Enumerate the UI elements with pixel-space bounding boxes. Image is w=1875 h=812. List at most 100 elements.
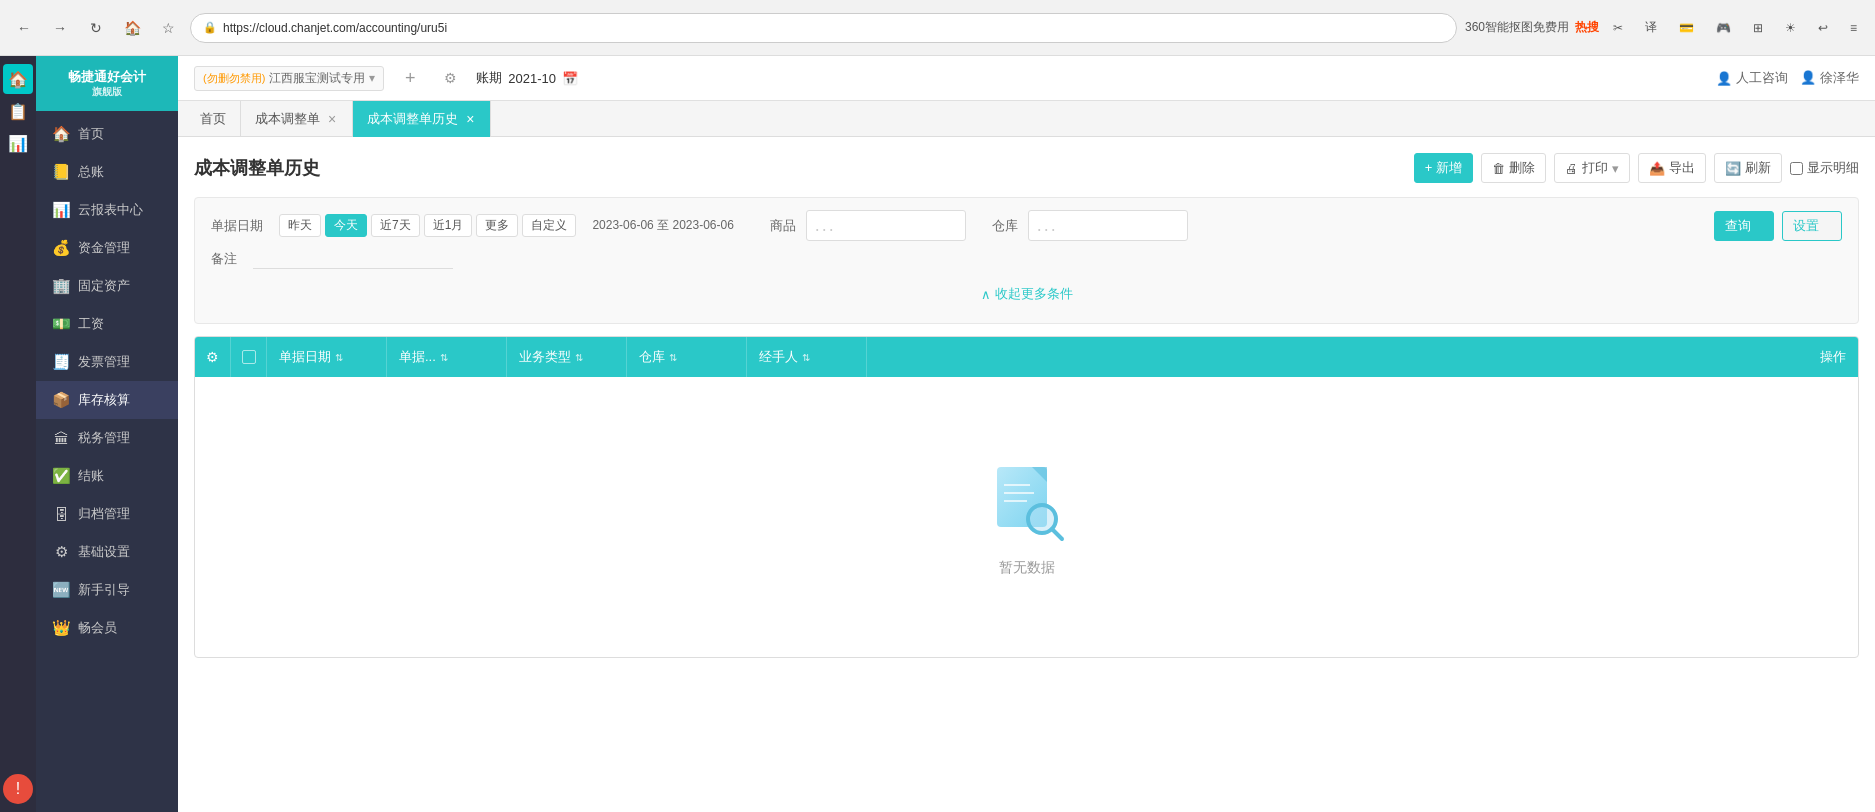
th-warehouse[interactable]: 仓库 ⇅ — [627, 337, 747, 377]
collapse-button[interactable]: ∧ 收起更多条件 — [981, 285, 1073, 303]
show-cols-toggle[interactable]: 显示明细 — [1790, 159, 1859, 177]
tab-cost-adjust[interactable]: 成本调整单 × — [241, 101, 353, 137]
new-button[interactable]: + 新增 — [1414, 153, 1473, 183]
archive-icon: 🗄 — [52, 506, 70, 523]
table-header: ⚙ 单据日期 ⇅ 单据... ⇅ 业务类型 ⇅ — [195, 337, 1858, 377]
th-num[interactable]: 单据... ⇅ — [387, 337, 507, 377]
checkbox-icon — [242, 350, 256, 364]
warehouse-filter[interactable]: 仓库 ... — [992, 210, 1188, 241]
sidebar-item-fixed-assets[interactable]: 🏢 固定资产 — [36, 267, 178, 305]
service-label: 人工咨询 — [1736, 69, 1788, 87]
tab-home[interactable]: 首页 — [186, 101, 241, 137]
rail-ledger[interactable]: 📋 — [3, 96, 33, 126]
user-name-label: 徐泽华 — [1820, 70, 1859, 85]
sidebar-item-tax[interactable]: 🏛 税务管理 — [36, 419, 178, 457]
sidebar-item-archive[interactable]: 🗄 归档管理 — [36, 495, 178, 533]
sidebar-item-invoices[interactable]: 🧾 发票管理 — [36, 343, 178, 381]
bookmark-button[interactable]: ☆ — [154, 14, 182, 42]
more-btn[interactable]: 更多 — [476, 214, 518, 237]
sidebar-item-reports[interactable]: 📊 云报表中心 — [36, 191, 178, 229]
settings-btn[interactable]: 设置 — [1782, 211, 1842, 241]
sidebar-item-settings[interactable]: ⚙ 基础设置 — [36, 533, 178, 571]
tab-bar: 首页 成本调整单 × 成本调整单历史 × — [178, 101, 1875, 137]
gear-icon: ⚙ — [206, 349, 219, 365]
top-bar-right: 👤 人工咨询 👤 徐泽华 — [1716, 69, 1859, 87]
th-date[interactable]: 单据日期 ⇅ — [267, 337, 387, 377]
column-settings-button[interactable]: ⚙ — [195, 337, 231, 377]
app-wrapper: 🏠 📋 📊 ! 畅捷通好会计 旗舰版 🏠 首页 📒 总账 📊 云报表中心 — [0, 56, 1875, 812]
product-filter[interactable]: 商品 ... — [770, 210, 966, 241]
sidebar-item-ledger[interactable]: 📒 总账 — [36, 153, 178, 191]
last-month-btn[interactable]: 近1月 — [424, 214, 473, 237]
main-content: (勿删勿禁用) 江西服宝测试专用 ▾ + ⚙ 账期 2021-10 📅 👤 人工… — [178, 56, 1875, 812]
show-cols-checkbox[interactable] — [1790, 162, 1803, 175]
query-button[interactable]: 查询 — [1714, 211, 1774, 241]
yesterday-btn[interactable]: 昨天 — [279, 214, 321, 237]
today-btn[interactable]: 今天 — [325, 214, 367, 237]
sidebar-item-guide[interactable]: 🆕 新手引导 — [36, 571, 178, 609]
print-icon: 🖨 — [1565, 161, 1578, 176]
export-button[interactable]: 📤 导出 — [1638, 153, 1706, 183]
address-bar[interactable]: 🔒 https://cloud.chanjet.com/accounting/u… — [190, 13, 1457, 43]
sort-num-icon: ⇅ — [440, 352, 448, 363]
translate-tool[interactable]: 译 — [1637, 16, 1665, 39]
close-cost-adjust-history-tab[interactable]: × — [464, 109, 476, 129]
rail-home[interactable]: 🏠 — [3, 64, 33, 94]
company-name: 江西服宝测试专用 — [269, 70, 365, 87]
print-dropdown-icon: ▾ — [1612, 161, 1619, 176]
warehouse-select[interactable]: ... — [1028, 210, 1188, 241]
hot-search-label: 热搜 — [1575, 19, 1599, 36]
sidebar-item-member[interactable]: 👑 畅会员 — [36, 609, 178, 647]
notes-input[interactable] — [253, 249, 453, 269]
sidebar-item-inventory[interactable]: 📦 库存核算 — [36, 381, 178, 419]
filter-area: 单据日期 昨天 今天 近7天 近1月 更多 自定义 2023-06-06 至 2… — [194, 197, 1859, 324]
delete-button[interactable]: 🗑 删除 — [1481, 153, 1546, 183]
sidebar-item-settlement[interactable]: ✅ 结账 — [36, 457, 178, 495]
last7days-btn[interactable]: 近7天 — [371, 214, 420, 237]
sidebar-item-home[interactable]: 🏠 首页 — [36, 115, 178, 153]
scissors-tool[interactable]: ✂ — [1605, 18, 1631, 38]
add-company-button[interactable]: + — [396, 64, 424, 92]
page-title-bar: 成本调整单历史 + 新增 🗑 删除 🖨 打印 ▾ 📤 导出 — [194, 153, 1859, 183]
sort-person-icon: ⇅ — [802, 352, 810, 363]
delete-icon: 🗑 — [1492, 161, 1505, 176]
rail-notification[interactable]: ! — [3, 774, 33, 804]
product-select[interactable]: ... — [806, 210, 966, 241]
refresh-button[interactable]: 🔄 刷新 — [1714, 153, 1782, 183]
settings-tool[interactable]: ☀ — [1777, 18, 1804, 38]
forward-button[interactable]: → — [46, 14, 74, 42]
grid-tool[interactable]: ⊞ — [1745, 18, 1771, 38]
back-button[interactable]: ← — [10, 14, 38, 42]
reports-icon: 📊 — [52, 201, 70, 219]
date-filter-label: 单据日期 — [211, 217, 263, 235]
browser-chrome: ← → ↻ 🏠 ☆ 🔒 https://cloud.chanjet.com/ac… — [0, 0, 1875, 56]
sidebar-item-salary[interactable]: 💵 工资 — [36, 305, 178, 343]
empty-illustration — [982, 457, 1072, 547]
menu-tool[interactable]: ≡ — [1842, 18, 1865, 38]
svg-line-6 — [1052, 529, 1062, 539]
close-cost-adjust-tab[interactable]: × — [326, 109, 338, 129]
wallet-tool[interactable]: 💳 — [1671, 18, 1702, 38]
select-all-checkbox[interactable] — [231, 337, 267, 377]
company-selector[interactable]: (勿删勿禁用) 江西服宝测试专用 ▾ — [194, 66, 384, 91]
tab-cost-adjust-history[interactable]: 成本调整单历史 × — [353, 101, 491, 137]
sidebar: 畅捷通好会计 旗舰版 🏠 首页 📒 总账 📊 云报表中心 💰 资金管理 — [36, 56, 178, 812]
company-settings-button[interactable]: ⚙ — [436, 64, 464, 92]
rail-chart[interactable]: 📊 — [3, 128, 33, 158]
th-person[interactable]: 经手人 ⇅ — [747, 337, 867, 377]
product-label: 商品 — [770, 217, 796, 235]
print-button[interactable]: 🖨 打印 ▾ — [1554, 153, 1630, 183]
game-tool[interactable]: 🎮 — [1708, 18, 1739, 38]
sidebar-item-funds[interactable]: 💰 资金管理 — [36, 229, 178, 267]
page-title: 成本调整单历史 — [194, 156, 320, 180]
reload-button[interactable]: ↻ — [82, 14, 110, 42]
user-service-button[interactable]: 👤 人工咨询 — [1716, 69, 1788, 87]
th-biz-type[interactable]: 业务类型 ⇅ — [507, 337, 627, 377]
home-button[interactable]: 🏠 — [118, 14, 146, 42]
sort-date-icon: ⇅ — [335, 352, 343, 363]
undo-tool[interactable]: ↩ — [1810, 18, 1836, 38]
period-info: 账期 2021-10 📅 — [476, 69, 578, 87]
user-avatar[interactable]: 👤 徐泽华 — [1800, 69, 1859, 87]
custom-btn[interactable]: 自定义 — [522, 214, 576, 237]
empty-text: 暂无数据 — [999, 559, 1055, 577]
